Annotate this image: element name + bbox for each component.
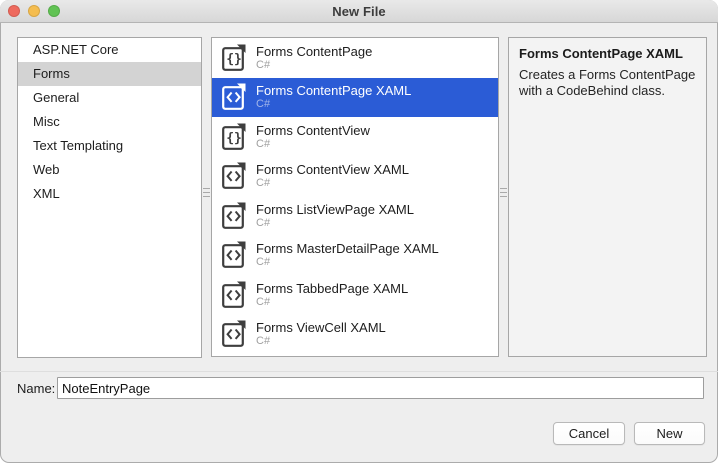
traffic-lights xyxy=(8,5,60,17)
splitter-handle-left[interactable] xyxy=(203,188,210,198)
template-row-forms-masterdetailpage-xaml[interactable]: Forms MasterDetailPage XAMLC# xyxy=(212,236,498,276)
sidebar-item-xml[interactable]: XML xyxy=(18,182,201,206)
braces-file-icon: {} xyxy=(221,123,247,151)
template-title: Forms ListViewPage XAML xyxy=(256,202,414,217)
angle-file-icon xyxy=(221,241,247,269)
angle-file-icon xyxy=(221,162,247,190)
angle-file-icon xyxy=(221,83,247,111)
template-row-forms-viewcell-xaml[interactable]: Forms ViewCell XAMLC# xyxy=(212,315,498,355)
template-row-forms-contentpage-xaml[interactable]: Forms ContentPage XAMLC# xyxy=(212,78,498,118)
sidebar-item-text-templating[interactable]: Text Templating xyxy=(18,134,201,158)
template-language: C# xyxy=(256,138,370,151)
title-bar[interactable]: New File xyxy=(0,0,718,23)
template-language: C# xyxy=(256,98,411,111)
new-file-dialog: New File ASP.NET CoreFormsGeneralMiscTex… xyxy=(0,0,718,463)
template-title: Forms ViewCell XAML xyxy=(256,320,386,335)
sidebar-item-misc[interactable]: Misc xyxy=(18,110,201,134)
bottom-separator xyxy=(0,371,718,372)
template-title: Forms ContentPage XAML xyxy=(256,83,411,98)
name-label: Name: xyxy=(17,381,55,396)
category-list: ASP.NET CoreFormsGeneralMiscText Templat… xyxy=(17,37,202,358)
template-row-forms-contentview[interactable]: {} Forms ContentViewC# xyxy=(212,117,498,157)
splitter-handle-right[interactable] xyxy=(500,188,507,198)
template-language: C# xyxy=(256,335,386,348)
template-language: C# xyxy=(256,59,372,72)
close-window-icon[interactable] xyxy=(8,5,20,17)
zoom-window-icon[interactable] xyxy=(48,5,60,17)
minimize-window-icon[interactable] xyxy=(28,5,40,17)
details-title: Forms ContentPage XAML xyxy=(519,46,696,61)
template-title: Forms ContentView xyxy=(256,123,370,138)
sidebar-item-forms[interactable]: Forms xyxy=(18,62,201,86)
template-language: C# xyxy=(256,296,408,309)
name-input[interactable] xyxy=(57,377,704,399)
template-title: Forms ContentPage xyxy=(256,44,372,59)
template-language: C# xyxy=(256,217,414,230)
svg-text:{}: {} xyxy=(226,131,242,146)
angle-file-icon xyxy=(221,202,247,230)
window-title: New File xyxy=(332,4,386,19)
template-list: {}Forms ContentPageC#Forms ContentPage X… xyxy=(211,37,499,357)
template-row-forms-contentpage[interactable]: {} Forms ContentPageC# xyxy=(212,38,498,78)
template-title: Forms TabbedPage XAML xyxy=(256,281,408,296)
details-description: Creates a Forms ContentPage with a CodeB… xyxy=(519,67,696,99)
svg-text:{}: {} xyxy=(226,52,242,67)
template-language: C# xyxy=(256,256,439,269)
braces-file-icon: {} xyxy=(221,44,247,72)
new-button[interactable]: New xyxy=(634,422,705,445)
sidebar-item-web[interactable]: Web xyxy=(18,158,201,182)
angle-file-icon xyxy=(221,320,247,348)
sidebar-item-asp-net-core[interactable]: ASP.NET Core xyxy=(18,38,201,62)
details-panel: Forms ContentPage XAML Creates a Forms C… xyxy=(508,37,707,357)
template-language: C# xyxy=(256,177,409,190)
template-title: Forms MasterDetailPage XAML xyxy=(256,241,439,256)
angle-file-icon xyxy=(221,281,247,309)
template-row-forms-contentview-xaml[interactable]: Forms ContentView XAMLC# xyxy=(212,157,498,197)
cancel-button[interactable]: Cancel xyxy=(553,422,625,445)
template-row-forms-listviewpage-xaml[interactable]: Forms ListViewPage XAMLC# xyxy=(212,196,498,236)
template-title: Forms ContentView XAML xyxy=(256,162,409,177)
template-row-forms-tabbedpage-xaml[interactable]: Forms TabbedPage XAMLC# xyxy=(212,275,498,315)
sidebar-item-general[interactable]: General xyxy=(18,86,201,110)
